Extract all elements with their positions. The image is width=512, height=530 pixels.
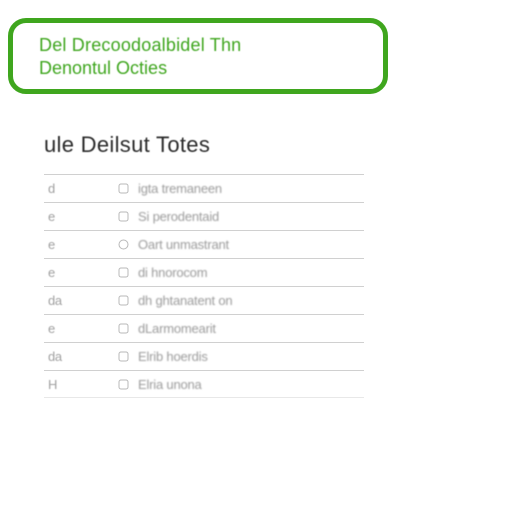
row-key: da: [48, 293, 114, 308]
row-key: d: [48, 181, 114, 196]
list-item[interactable]: da Elrib hoerdis: [44, 342, 364, 370]
list-item[interactable]: e Oart unmastrant: [44, 230, 364, 258]
list-item[interactable]: e Si perodentaid: [44, 202, 364, 230]
item-icon: [114, 323, 132, 334]
item-icon: [114, 267, 132, 278]
item-icon: [114, 239, 132, 250]
banner-title-line-2: Denontul Octies: [39, 58, 361, 79]
list-item[interactable]: e dLarmomearit: [44, 314, 364, 342]
list-item[interactable]: e di hnorocom: [44, 258, 364, 286]
row-value: Oart unmastrant: [132, 237, 229, 252]
row-value: Si perodentaid: [132, 209, 219, 224]
item-icon: [114, 379, 132, 390]
row-value: dh ghtanatent on: [132, 293, 232, 308]
row-key: e: [48, 209, 114, 224]
row-key: e: [48, 237, 114, 252]
row-key: H: [48, 377, 114, 392]
row-value: Elria unona: [132, 377, 202, 392]
list-item[interactable]: H Elria unona: [44, 370, 364, 398]
list: d igta tremaneen e Si perodentaid e Oart…: [44, 174, 364, 398]
row-key: da: [48, 349, 114, 364]
banner-title-line-1: Del Drecoodoalbidel Thn: [39, 35, 361, 56]
row-value: igta tremaneen: [132, 181, 222, 196]
item-icon: [114, 211, 132, 222]
banner: Del Drecoodoalbidel Thn Denontul Octies: [8, 18, 388, 94]
row-key: e: [48, 265, 114, 280]
row-value: Elrib hoerdis: [132, 349, 208, 364]
row-key: e: [48, 321, 114, 336]
item-icon: [114, 351, 132, 362]
item-icon: [114, 295, 132, 306]
list-item[interactable]: da dh ghtanatent on: [44, 286, 364, 314]
section-title: ule Deilsut Totes: [44, 132, 512, 158]
row-value: di hnorocom: [132, 265, 207, 280]
row-value: dLarmomearit: [132, 321, 216, 336]
list-item[interactable]: d igta tremaneen: [44, 174, 364, 202]
item-icon: [114, 183, 132, 194]
